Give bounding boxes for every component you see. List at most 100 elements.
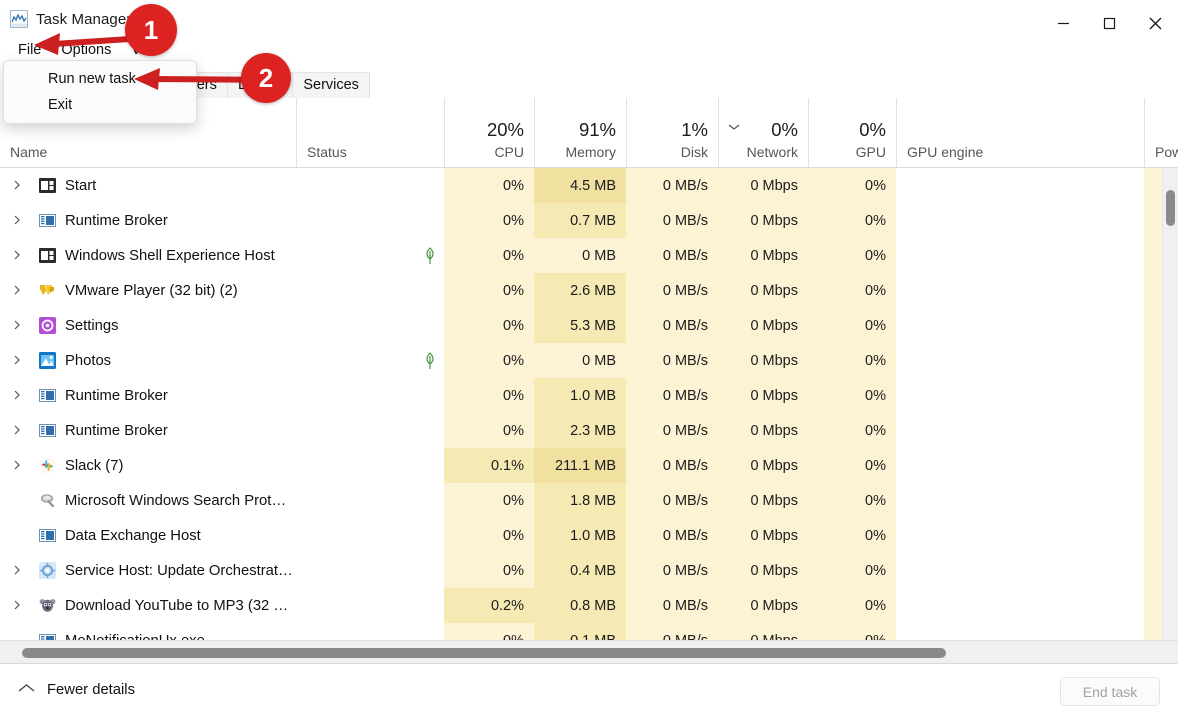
horizontal-scrollbar[interactable] (0, 640, 1178, 664)
cell-gpu_engine (896, 518, 1144, 553)
process-name: Runtime Broker (65, 212, 168, 229)
cell-cpu: 0.1% (444, 448, 534, 483)
cell-network: 0 Mbps (718, 343, 808, 378)
cell-memory: 0.7 MB (534, 203, 626, 238)
cell-disk: 0 MB/s (626, 623, 718, 640)
process-name: Runtime Broker (65, 422, 168, 439)
settings-icon (39, 317, 56, 334)
cell-cpu: 0% (444, 203, 534, 238)
column-pct-disk: 1% (681, 119, 708, 140)
process-row[interactable]: Slack (7) 0.1% 211.1 MB 0 MB/s 0 Mbps 0% (0, 448, 1178, 483)
column-label-power: Pow (1155, 144, 1178, 160)
cell-network: 0 Mbps (718, 448, 808, 483)
expand-chevron-right-icon[interactable] (12, 565, 22, 575)
tab-4[interactable]: Services (292, 72, 370, 98)
fewer-details-label: Fewer details (47, 682, 135, 698)
column-pct-cpu: 20% (486, 119, 524, 140)
annotation-badge-1: 1 (125, 4, 177, 56)
expand-chevron-right-icon[interactable] (12, 600, 22, 610)
process-row[interactable]: Data Exchange Host 0% 1.0 MB 0 MB/s 0 Mbps 0% (0, 518, 1178, 553)
cell-cpu: 0% (444, 273, 534, 308)
cell-memory: 1.8 MB (534, 483, 626, 518)
column-header-gpu_engine[interactable]: GPU engine (896, 98, 1144, 167)
process-row[interactable]: Photos 0% 0 MB 0 MB/s 0 Mbps 0% (0, 343, 1178, 378)
cell-cpu: 0% (444, 553, 534, 588)
vertical-scrollbar[interactable] (1162, 168, 1178, 640)
expand-chevron-right-icon[interactable] (12, 320, 22, 330)
process-row[interactable]: MoNotificationUx.exe0%0.1 MB0 MB/s0 Mbps… (0, 623, 1178, 640)
cell-disk: 0 MB/s (626, 308, 718, 343)
window-title: Task Manager (36, 10, 132, 28)
column-header-memory[interactable]: 91% Memory (534, 98, 626, 167)
process-row[interactable]: Runtime Broker 0% 0.7 MB 0 MB/s 0 Mbps 0% (0, 203, 1178, 238)
process-row[interactable]: Runtime Broker 0% 1.0 MB 0 MB/s 0 Mbps 0% (0, 378, 1178, 413)
process-name: Photos (65, 352, 112, 369)
menu-file[interactable]: File (8, 41, 51, 59)
horizontal-scrollbar-thumb[interactable] (22, 648, 946, 658)
cell-cpu: 0% (444, 413, 534, 448)
cell-gpu_engine (896, 623, 1144, 640)
process-row[interactable]: Start 0% 4.5 MB 0 MB/s 0 Mbps 0% (0, 168, 1178, 203)
cell-gpu: 0% (808, 483, 896, 518)
process-row[interactable]: VMware Player (32 bit) (2) 0% 2.6 MB 0 MB/s… (0, 273, 1178, 308)
cell-cpu: 0.2% (444, 588, 534, 623)
cell-disk: 0 MB/s (626, 378, 718, 413)
cell-disk: 0 MB/s (626, 553, 718, 588)
cell-memory: 0.4 MB (534, 553, 626, 588)
cell-gpu: 0% (808, 413, 896, 448)
cell-gpu: 0% (808, 623, 896, 640)
expand-chevron-right-icon[interactable] (12, 250, 22, 260)
menu-item-run-new-task[interactable]: Run new task (4, 66, 196, 92)
process-row[interactable]: Windows Shell Experience Host 0% 0 MB 0 MB/… (0, 238, 1178, 273)
footer-bar: Fewer details End task (0, 664, 1178, 723)
column-pct-memory: 91% (578, 119, 616, 140)
expand-chevron-right-icon[interactable] (12, 285, 22, 295)
cell-disk: 0 MB/s (626, 343, 718, 378)
efficiency-leaf-icon (426, 247, 434, 264)
process-row[interactable]: Service Host: Update Orchestrat… 0% 0.4 MB… (0, 553, 1178, 588)
column-header-cpu[interactable]: 20% CPU (444, 98, 534, 167)
cell-disk: 0 MB/s (626, 588, 718, 623)
chevron-up-icon (18, 682, 35, 698)
vmware-icon (39, 282, 56, 299)
process-name: Start (65, 177, 97, 194)
process-name: Windows Shell Experience Host (65, 247, 275, 264)
end-task-button[interactable]: End task (1060, 677, 1160, 706)
column-label-network: Network (746, 144, 798, 160)
cell-cpu: 0% (444, 238, 534, 273)
expand-chevron-right-icon[interactable] (12, 180, 22, 190)
fewer-details-button[interactable]: Fewer details (18, 682, 135, 698)
column-header-status[interactable]: Status (296, 98, 444, 167)
cell-gpu: 0% (808, 238, 896, 273)
process-name: Slack (7) (65, 457, 124, 474)
cell-memory: 0 MB (534, 343, 626, 378)
column-header-power[interactable]: Pow (1144, 98, 1178, 167)
process-row[interactable]: Download YouTube to MP3 (32 … 0.2% 0.8 MB 0… (0, 588, 1178, 623)
expand-chevron-right-icon[interactable] (12, 355, 22, 365)
task-manager-icon (10, 10, 28, 28)
column-header-disk[interactable]: 1% Disk (626, 98, 718, 167)
process-row[interactable]: Microsoft Windows Search Prot… 0% 1.8 MB 0 … (0, 483, 1178, 518)
expand-chevron-right-icon[interactable] (12, 215, 22, 225)
file-dropdown-menu: Run new task Exit (3, 60, 197, 124)
cell-gpu: 0% (808, 203, 896, 238)
cell-disk: 0 MB/s (626, 168, 718, 203)
menu-options[interactable]: Options (51, 41, 121, 59)
column-label-cpu: CPU (494, 144, 524, 160)
menu-item-exit[interactable]: Exit (4, 92, 196, 118)
expand-chevron-right-icon[interactable] (12, 425, 22, 435)
process-row[interactable]: Settings 0% 5.3 MB 0 MB/s 0 Mbps 0% (0, 308, 1178, 343)
process-name: VMware Player (32 bit) (2) (65, 282, 238, 299)
process-row[interactable]: Runtime Broker 0% 2.3 MB 0 MB/s 0 Mbps 0% (0, 413, 1178, 448)
vertical-scrollbar-thumb[interactable] (1166, 190, 1175, 226)
column-pct-gpu: 0% (859, 119, 886, 140)
annotation-badge-2: 2 (241, 53, 291, 103)
expand-chevron-right-icon[interactable] (12, 460, 22, 470)
cell-network: 0 Mbps (718, 413, 808, 448)
column-header-gpu[interactable]: 0% GPU (808, 98, 896, 167)
expand-chevron-right-icon[interactable] (12, 390, 22, 400)
cell-disk: 0 MB/s (626, 238, 718, 273)
column-header-network[interactable]: 0% Network (718, 98, 808, 167)
cell-cpu: 0% (444, 168, 534, 203)
cell-network: 0 Mbps (718, 623, 808, 640)
